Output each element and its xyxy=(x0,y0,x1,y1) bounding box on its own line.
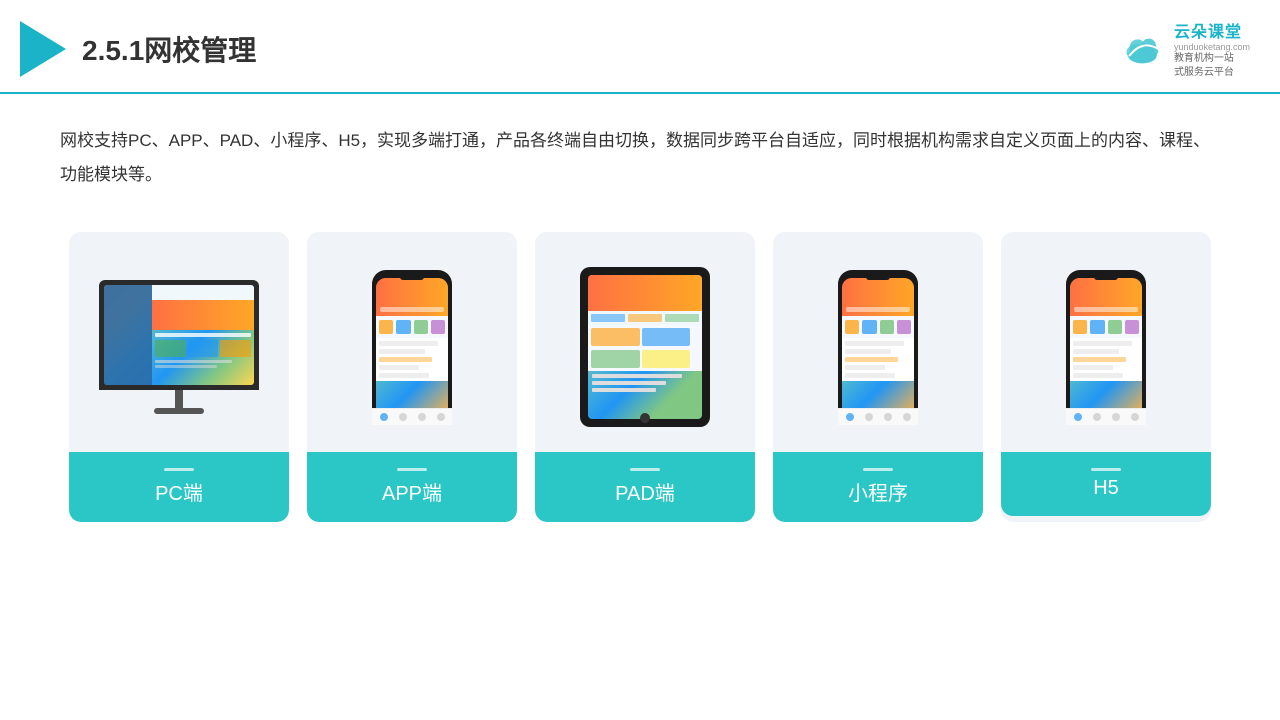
phone-frame-app xyxy=(372,270,452,425)
page-title: 2.5.1网校管理 xyxy=(82,29,256,69)
brand-url-label: yunduoketang.com xyxy=(1174,42,1250,52)
tablet-frame xyxy=(580,267,710,427)
monitor-frame xyxy=(99,280,259,390)
brand-tagline: 教育机构一站 式服务云平台 xyxy=(1174,52,1234,80)
phone-screen-h5 xyxy=(1070,278,1142,417)
card-h5: H5 xyxy=(1001,232,1211,522)
tablet-home-button xyxy=(640,413,650,423)
monitor-screen xyxy=(104,285,254,385)
brand-name-label: 云朵课堂 xyxy=(1174,18,1242,42)
logo-triangle-icon xyxy=(20,21,66,77)
card-image-app xyxy=(307,232,517,452)
cards-container: PC端 xyxy=(0,202,1280,552)
phone-notch-miniprogram xyxy=(866,274,890,280)
phone-frame-h5 xyxy=(1066,270,1146,425)
card-image-pc xyxy=(69,232,289,452)
brand-logo: 云朵课堂 yunduoketang.com 教育机构一站 式服务云平台 xyxy=(1120,18,1250,80)
brand-text: 云朵课堂 yunduoketang.com 教育机构一站 式服务云平台 xyxy=(1174,18,1250,80)
card-image-miniprogram xyxy=(773,232,983,452)
monitor-base xyxy=(154,408,204,414)
phone-screen-app xyxy=(376,278,448,417)
header-left: 2.5.1网校管理 xyxy=(20,21,256,77)
pc-monitor-icon xyxy=(99,280,259,414)
description-text: 网校支持PC、APP、PAD、小程序、H5，实现多端打通，产品各终端自由切换，数… xyxy=(0,94,1280,202)
card-app: APP端 xyxy=(307,232,517,522)
card-label-miniprogram: 小程序 xyxy=(773,452,983,522)
header-right: 云朵课堂 yunduoketang.com 教育机构一站 式服务云平台 xyxy=(1120,18,1250,80)
card-pad: PAD端 xyxy=(535,232,755,522)
header: 2.5.1网校管理 云朵课堂 yunduoketang.com 教育机构一站 式… xyxy=(0,0,1280,94)
phone-notch-app xyxy=(400,274,424,280)
card-image-h5 xyxy=(1001,232,1211,452)
phone-frame-miniprogram xyxy=(838,270,918,425)
card-image-pad xyxy=(535,232,755,452)
card-label-pc: PC端 xyxy=(69,452,289,522)
card-label-app: APP端 xyxy=(307,452,517,522)
monitor-stand xyxy=(175,390,183,408)
cloud-icon xyxy=(1120,31,1168,67)
card-label-pad: PAD端 xyxy=(535,452,755,522)
card-label-h5: H5 xyxy=(1001,452,1211,516)
card-miniprogram: 小程序 xyxy=(773,232,983,522)
phone-screen-miniprogram xyxy=(842,278,914,417)
card-pc: PC端 xyxy=(69,232,289,522)
phone-notch-h5 xyxy=(1094,274,1118,280)
tablet-screen xyxy=(588,275,702,419)
